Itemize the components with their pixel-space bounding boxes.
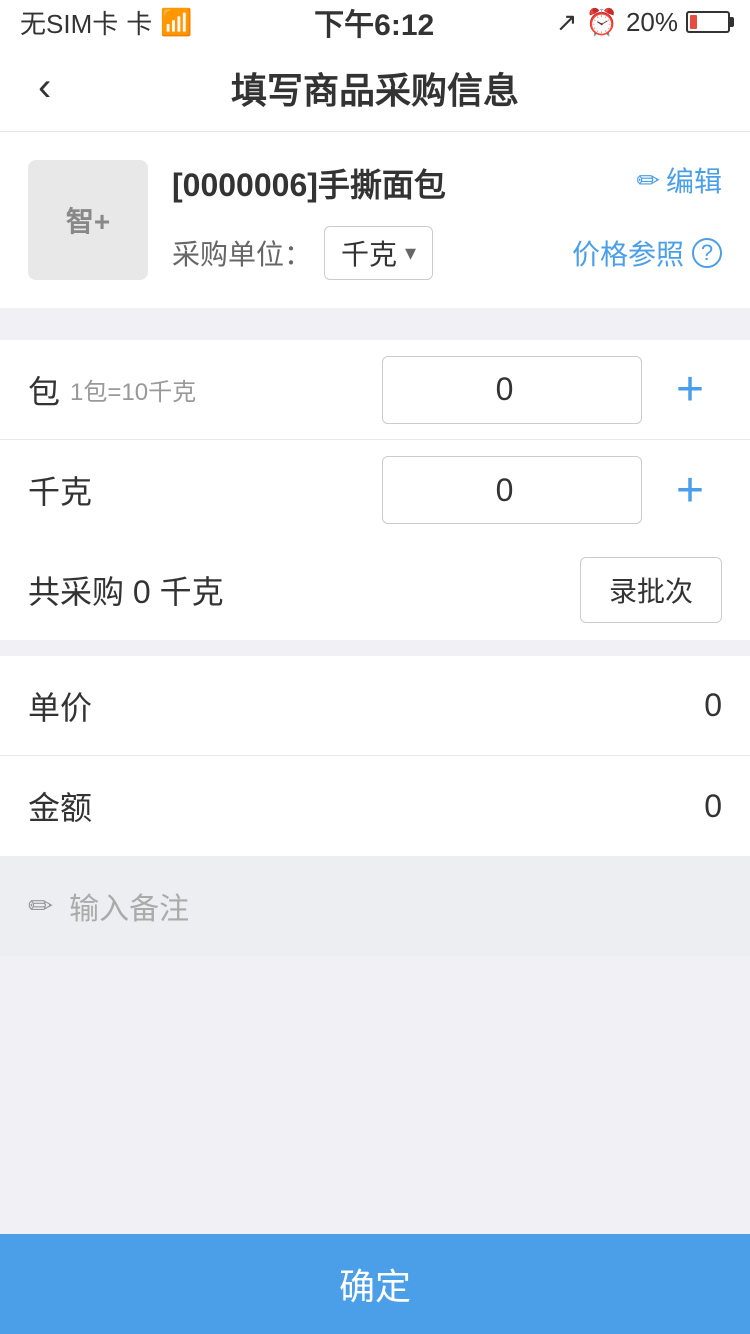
bag-input[interactable] <box>382 356 642 424</box>
unit-label: 采购单位： <box>172 233 312 273</box>
sim-label: 卡 <box>126 4 152 41</box>
price-section: 单价 0 金额 0 <box>0 656 750 856</box>
pencil-icon: ✏ <box>28 889 53 924</box>
chevron-down-icon: ▾ <box>405 240 416 266</box>
bag-field-wrap: + <box>196 356 722 424</box>
edit-label: 编辑 <box>666 160 722 200</box>
edit-button[interactable]: ✏ 编辑 <box>637 160 722 200</box>
unit-price-row: 单价 0 <box>0 656 750 756</box>
kg-plus-button[interactable]: + <box>658 458 722 522</box>
alarm-icon: ⏰ <box>586 7 618 38</box>
total-row: 共采购 0 千克 录批次 <box>0 540 750 640</box>
unit-value: 千克 <box>341 233 397 273</box>
amount-value: 0 <box>704 788 722 825</box>
status-left: 无SIM卡 卡 📶 <box>20 4 193 41</box>
bag-sublabel: 1包=10千克 <box>70 372 196 407</box>
section-divider-1 <box>0 324 750 340</box>
product-info: [0000006]手撕面包 ✏ 编辑 采购单位： 千克 ▾ 价格参照 ? <box>172 160 722 280</box>
page-title: 填写商品采购信息 <box>231 62 519 114</box>
status-right: ↗ ⏰ 20% <box>556 7 730 38</box>
price-ref-button[interactable]: 价格参照 ? <box>572 233 722 273</box>
bag-input-row: 包 1包=10千克 + <box>0 340 750 440</box>
product-logo: 智+ <box>66 200 110 240</box>
kg-field-wrap: + <box>92 456 722 524</box>
unit-dropdown[interactable]: 千克 ▾ <box>324 226 433 280</box>
section-divider-2 <box>0 640 750 656</box>
product-header: [0000006]手撕面包 ✏ 编辑 <box>172 160 722 206</box>
carrier-label: 无SIM卡 <box>20 4 118 41</box>
remark-placeholder: 输入备注 <box>69 884 189 928</box>
input-section: 包 1包=10千克 + 千克 + <box>0 340 750 540</box>
nav-bar: ‹ 填写商品采购信息 <box>0 44 750 132</box>
kg-input-row: 千克 + <box>0 440 750 540</box>
product-image: 智+ <box>28 160 148 280</box>
product-card: 智+ [0000006]手撕面包 ✏ 编辑 采购单位： 千克 ▾ 价格参照 ? <box>0 132 750 308</box>
battery-percent: 20% <box>626 7 678 38</box>
price-ref-label: 价格参照 <box>572 233 684 273</box>
batch-button[interactable]: 录批次 <box>580 557 722 623</box>
edit-icon: ✏ <box>637 164 660 197</box>
bag-label: 包 <box>28 367 60 413</box>
wifi-icon: 📶 <box>160 7 192 38</box>
back-button[interactable]: ‹ <box>28 55 61 120</box>
status-bar: 无SIM卡 卡 📶 下午6:12 ↗ ⏰ 20% <box>0 0 750 44</box>
unit-price-value: 0 <box>704 687 722 724</box>
location-icon: ↗ <box>556 7 578 38</box>
unit-price-label: 单价 <box>28 683 92 729</box>
kg-input[interactable] <box>382 456 642 524</box>
help-icon: ? <box>692 238 722 268</box>
bag-plus-button[interactable]: + <box>658 358 722 422</box>
battery-icon <box>686 11 730 33</box>
remark-section[interactable]: ✏ 输入备注 <box>0 856 750 956</box>
unit-selector-wrap: 采购单位： 千克 ▾ <box>172 226 433 280</box>
status-time: 下午6:12 <box>314 0 434 44</box>
amount-label: 金额 <box>28 783 92 829</box>
total-text: 共采购 0 千克 <box>28 567 224 613</box>
product-name: [0000006]手撕面包 <box>172 160 637 206</box>
amount-row: 金额 0 <box>0 756 750 856</box>
kg-label: 千克 <box>28 467 92 513</box>
confirm-button[interactable]: 确定 <box>0 1234 750 1334</box>
product-unit-row: 采购单位： 千克 ▾ 价格参照 ? <box>172 226 722 280</box>
